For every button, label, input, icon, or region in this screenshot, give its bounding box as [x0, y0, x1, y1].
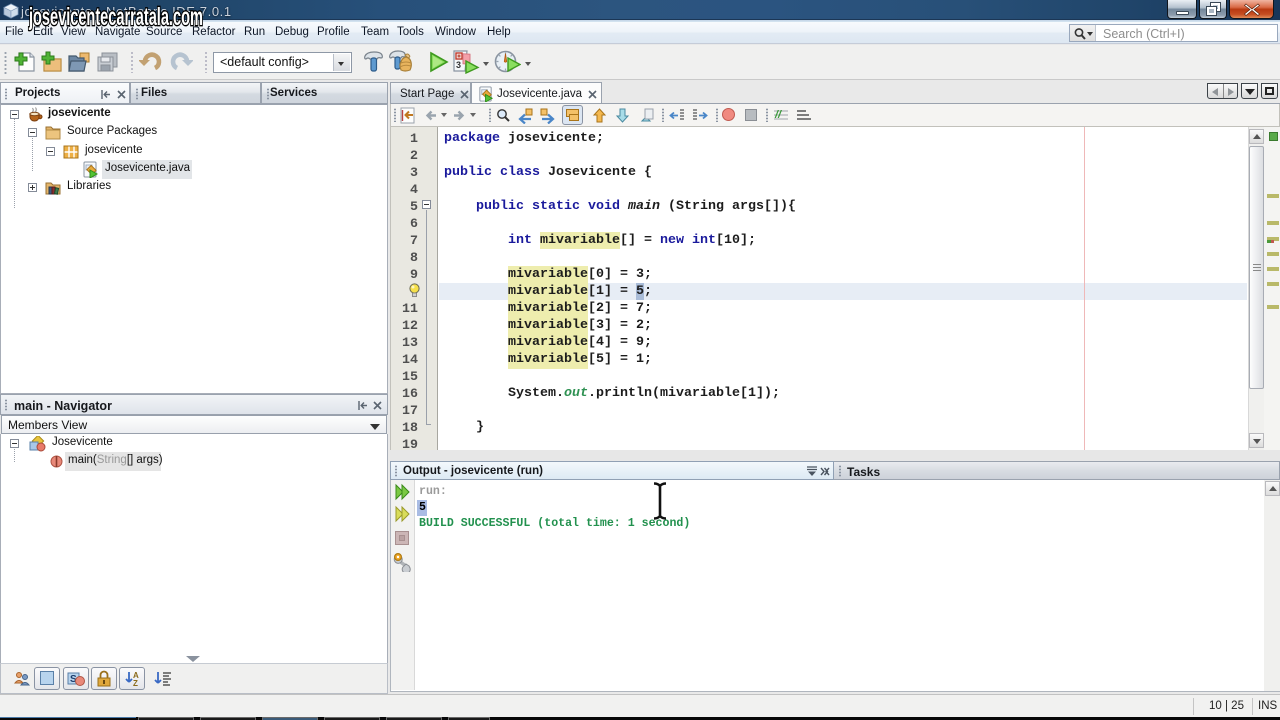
- svg-text:Z: Z: [133, 679, 138, 688]
- svg-text:3: 3: [456, 60, 461, 70]
